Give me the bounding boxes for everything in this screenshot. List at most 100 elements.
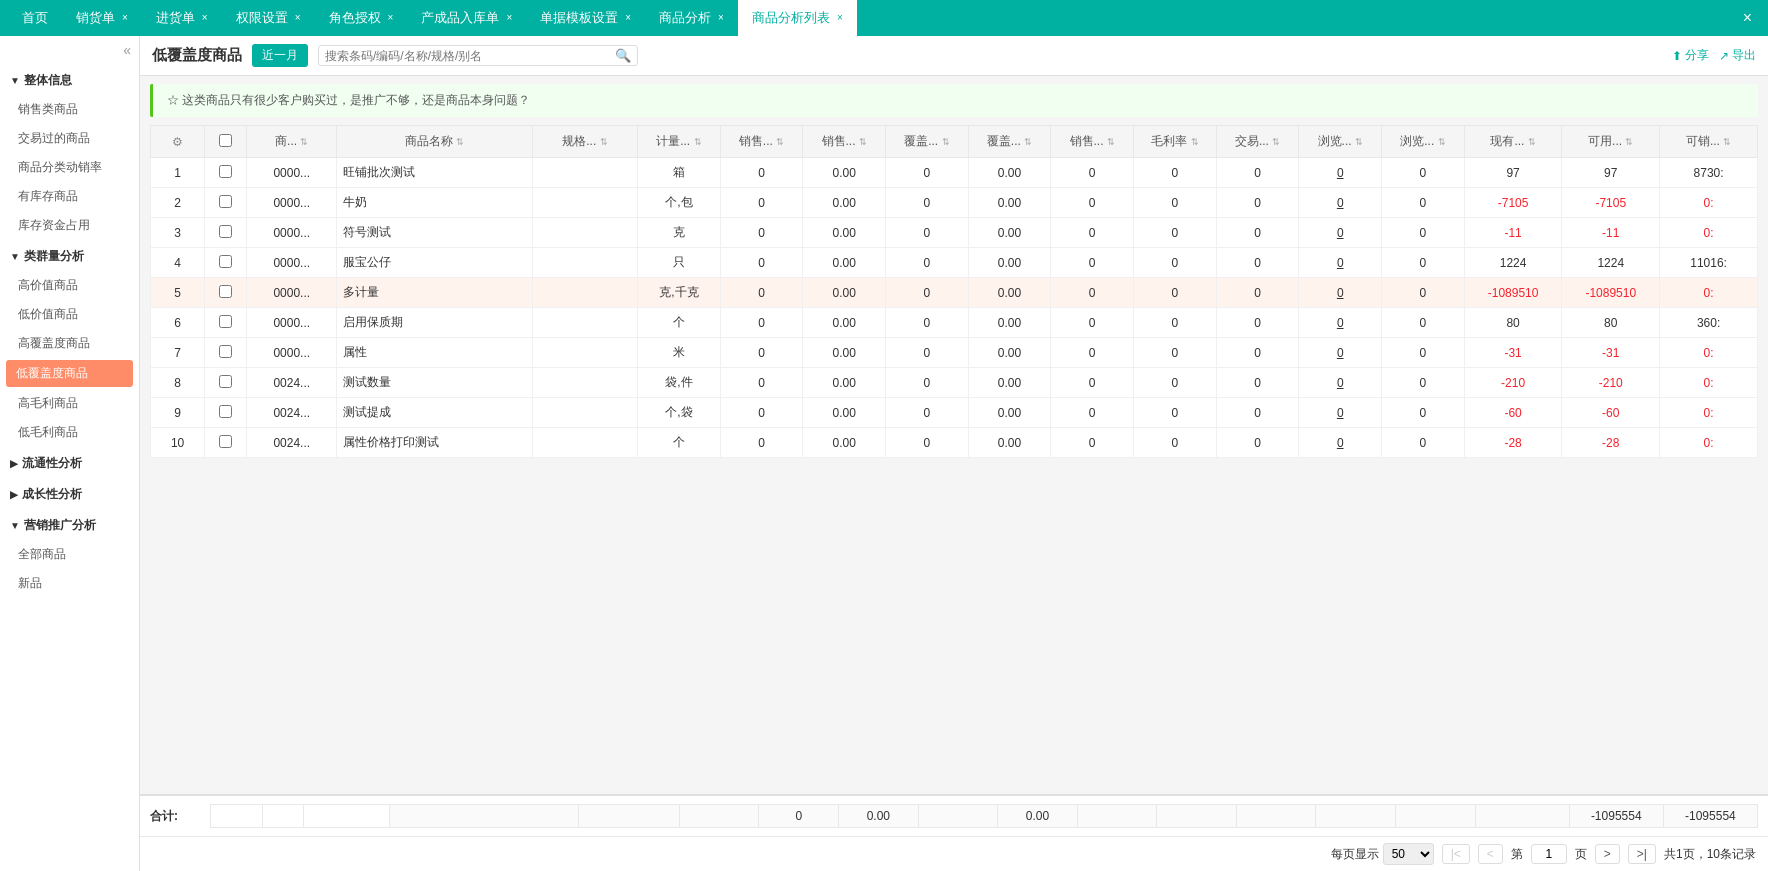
close-icon[interactable]: × [295, 0, 301, 36]
col-header-avail2[interactable]: 可销... ⇅ [1660, 126, 1758, 158]
browse-link[interactable]: 0 [1337, 196, 1344, 210]
col-header-cov2[interactable]: 覆盖... ⇅ [968, 126, 1051, 158]
row-checkbox[interactable] [219, 165, 232, 178]
nav-tab-permission[interactable]: 权限设置 × [222, 0, 315, 36]
row-checkbox[interactable] [219, 315, 232, 328]
col-header-sales2[interactable]: 销售... ⇅ [803, 126, 886, 158]
close-icon[interactable]: × [718, 0, 724, 36]
share-button[interactable]: ⬆ 分享 [1672, 47, 1709, 64]
close-icon[interactable]: × [122, 0, 128, 36]
sidebar-item-high-value[interactable]: 高价值商品 [0, 271, 139, 300]
nav-tab-home[interactable]: 首页 [8, 0, 62, 36]
sidebar-item-low-value[interactable]: 低价值商品 [0, 300, 139, 329]
sort-icon: ⇅ [1528, 137, 1536, 147]
close-icon[interactable]: × [506, 0, 512, 36]
col-header-browse1[interactable]: 浏览... ⇅ [1299, 126, 1382, 158]
sidebar-section-marketing[interactable]: ▼ 营销推广分析 [0, 509, 139, 540]
col-header-name[interactable]: 商品名称 ⇅ [337, 126, 532, 158]
sort-icon: ⇅ [1272, 137, 1280, 147]
sidebar-item-high-profit[interactable]: 高毛利商品 [0, 389, 139, 418]
close-icon[interactable]: × [625, 0, 631, 36]
col-header-avail[interactable]: 可用... ⇅ [1562, 126, 1660, 158]
sidebar-item-inventory-goods[interactable]: 有库存商品 [0, 182, 139, 211]
row-checkbox[interactable] [219, 285, 232, 298]
chevron-down-icon: ▼ [10, 520, 20, 531]
settings-icon[interactable]: ⚙ [172, 135, 183, 149]
sidebar-collapse-button[interactable]: « [0, 36, 139, 64]
select-all-checkbox[interactable] [219, 134, 232, 147]
sidebar-item-low-coverage[interactable]: 低覆盖度商品 [6, 360, 133, 387]
last-page-button[interactable]: >| [1628, 844, 1656, 864]
col-header-cov1[interactable]: 覆盖... ⇅ [886, 126, 969, 158]
sidebar-item-all-goods[interactable]: 全部商品 [0, 540, 139, 569]
sidebar-item-category-rate[interactable]: 商品分类动销率 [0, 153, 139, 182]
page-number-input[interactable]: 1 [1531, 844, 1567, 864]
nav-tab-product-in[interactable]: 产成品入库单 × [407, 0, 526, 36]
col-header-tx[interactable]: 交易... ⇅ [1216, 126, 1299, 158]
row-checkbox[interactable] [219, 255, 232, 268]
close-icon[interactable]: × [837, 0, 843, 36]
browse-link[interactable]: 0 [1337, 286, 1344, 300]
nav-tab-purchase[interactable]: 进货单 × [142, 0, 222, 36]
nav-tab-template[interactable]: 单据模板设置 × [526, 0, 645, 36]
period-button[interactable]: 近一月 [252, 44, 308, 67]
sidebar-item-inventory-capital[interactable]: 库存资金占用 [0, 211, 139, 240]
sidebar-item-sales-goods[interactable]: 销售类商品 [0, 95, 139, 124]
close-icon[interactable]: × [388, 0, 394, 36]
browse-link[interactable]: 0 [1337, 376, 1344, 390]
page-title: 低覆盖度商品 [152, 46, 242, 65]
col-header-unit[interactable]: 计量... ⇅ [638, 126, 721, 158]
sidebar-section-cluster[interactable]: ▼ 类群量分析 [0, 240, 139, 271]
col-header-sales1[interactable]: 销售... ⇅ [720, 126, 803, 158]
row-checkbox[interactable] [219, 405, 232, 418]
browse-link[interactable]: 0 [1337, 346, 1344, 360]
close-all-button[interactable]: × [1735, 9, 1760, 27]
col-header-sales3[interactable]: 销售... ⇅ [1051, 126, 1134, 158]
close-icon[interactable]: × [202, 0, 208, 36]
export-icon: ↗ [1719, 49, 1729, 63]
sort-icon: ⇅ [859, 137, 867, 147]
next-page-button[interactable]: > [1595, 844, 1620, 864]
sidebar-item-traded-goods[interactable]: 交易过的商品 [0, 124, 139, 153]
row-checkbox[interactable] [219, 345, 232, 358]
table-row: 10 0024... 属性价格打印测试 个 0 0.00 0 0.00 0 0 … [151, 428, 1758, 458]
sidebar-item-new-goods[interactable]: 新品 [0, 569, 139, 598]
col-header-gp[interactable]: 毛利率 ⇅ [1134, 126, 1217, 158]
export-button[interactable]: ↗ 导出 [1719, 47, 1756, 64]
row-checkbox[interactable] [219, 225, 232, 238]
sort-icon: ⇅ [1625, 137, 1633, 147]
row-checkbox[interactable] [219, 195, 232, 208]
nav-tab-product-analysis[interactable]: 商品分析 × [645, 0, 738, 36]
sidebar-section-liquidity[interactable]: ▶ 流通性分析 [0, 447, 139, 478]
footer-total-row: 合计: 0 0.00 0.00 [140, 794, 1768, 836]
chevron-right-icon: ▶ [10, 489, 18, 500]
first-page-button[interactable]: |< [1442, 844, 1470, 864]
row-checkbox[interactable] [219, 435, 232, 448]
sort-icon: ⇅ [600, 137, 608, 147]
browse-link[interactable]: 0 [1337, 256, 1344, 270]
info-banner: ☆ 这类商品只有很少客户购买过，是推广不够，还是商品本身问题？ [150, 84, 1758, 117]
row-checkbox[interactable] [219, 375, 232, 388]
search-input[interactable] [325, 49, 611, 63]
nav-tab-product-analysis-list[interactable]: 商品分析列表 × [738, 0, 857, 36]
pagination-bar: 每页显示 20 50 100 |< < 第 1 页 > >| 共1页，10条记录 [140, 836, 1768, 871]
share-icon: ⬆ [1672, 49, 1682, 63]
sidebar-section-overall[interactable]: ▼ 整体信息 [0, 64, 139, 95]
sidebar-item-low-profit[interactable]: 低毛利商品 [0, 418, 139, 447]
browse-link[interactable]: 0 [1337, 166, 1344, 180]
col-header-browse2[interactable]: 浏览... ⇅ [1382, 126, 1465, 158]
col-header-spec[interactable]: 规格... ⇅ [532, 126, 637, 158]
browse-link[interactable]: 0 [1337, 226, 1344, 240]
col-header-id[interactable]: 商... ⇅ [247, 126, 337, 158]
browse-link[interactable]: 0 [1337, 406, 1344, 420]
sidebar-section-growth[interactable]: ▶ 成长性分析 [0, 478, 139, 509]
browse-link[interactable]: 0 [1337, 436, 1344, 450]
per-page-select[interactable]: 20 50 100 [1383, 843, 1434, 865]
col-header-have[interactable]: 现有... ⇅ [1464, 126, 1562, 158]
prev-page-button[interactable]: < [1478, 844, 1503, 864]
nav-tab-sales[interactable]: 销货单 × [62, 0, 142, 36]
sidebar-item-high-coverage[interactable]: 高覆盖度商品 [0, 329, 139, 358]
nav-tab-role[interactable]: 角色授权 × [315, 0, 408, 36]
sort-icon: ⇅ [1723, 137, 1731, 147]
browse-link[interactable]: 0 [1337, 316, 1344, 330]
